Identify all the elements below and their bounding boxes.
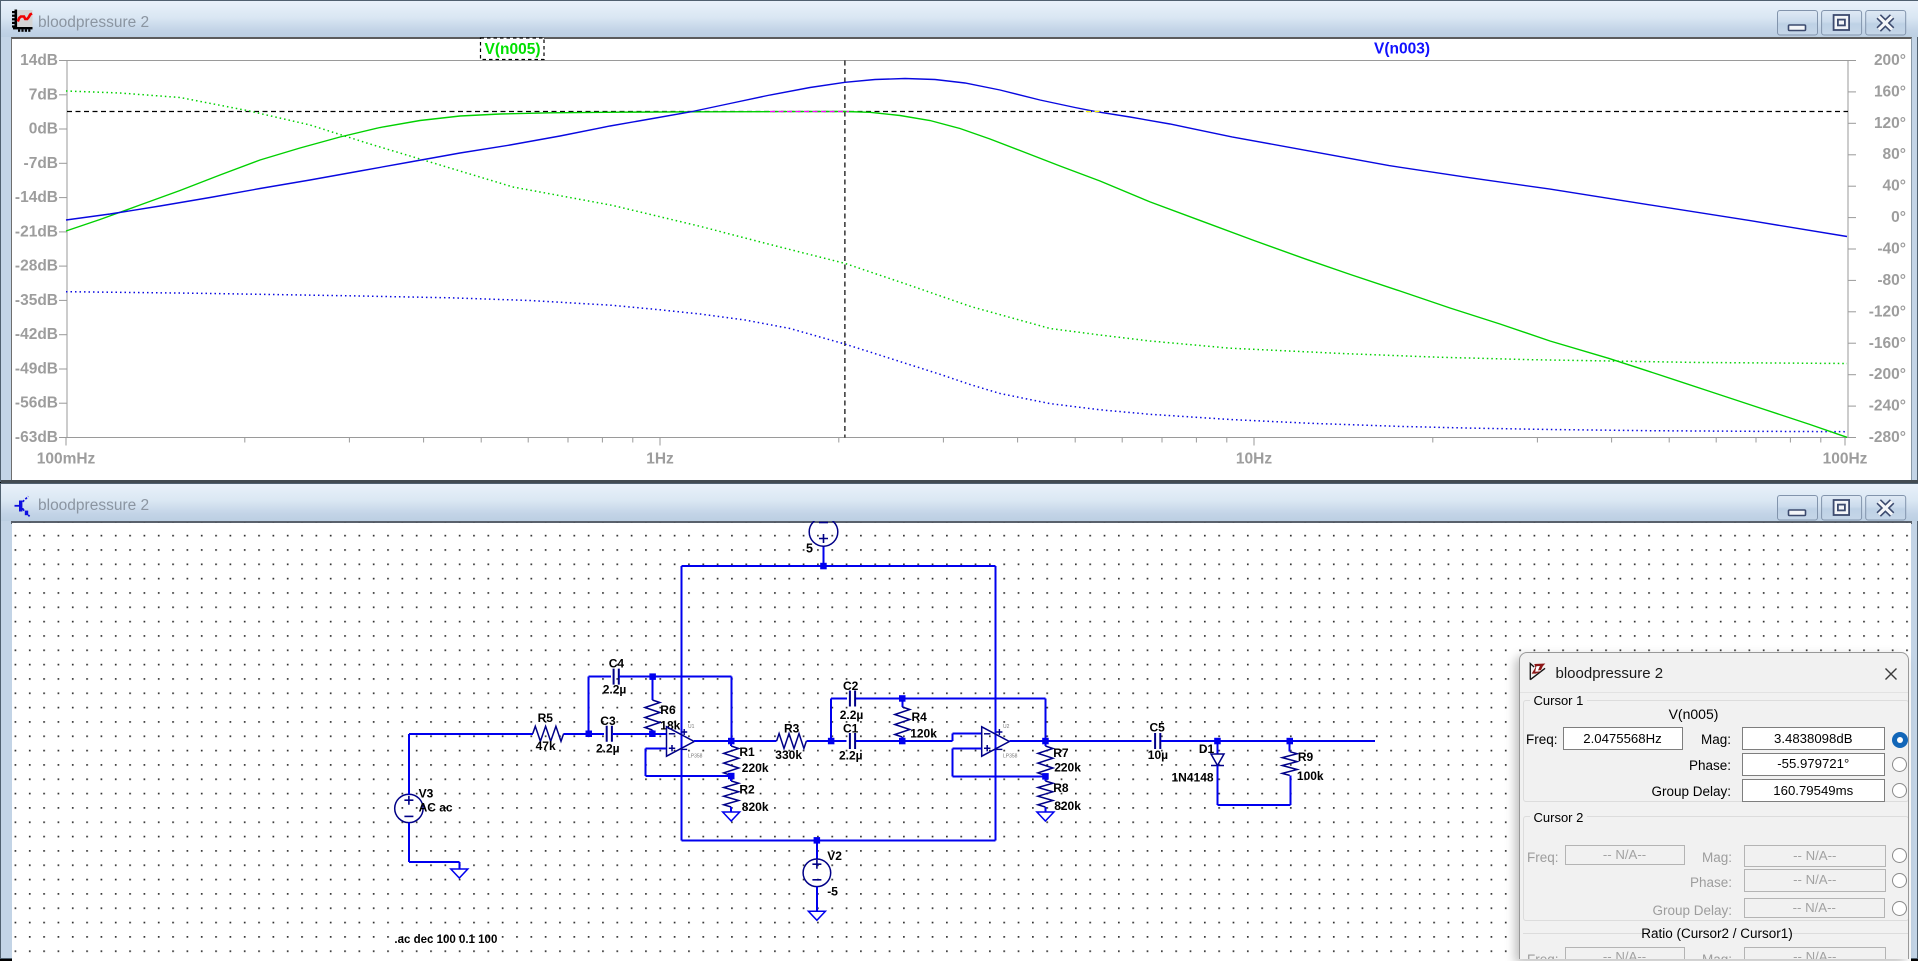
svg-text:2.2µ: 2.2µ <box>596 742 620 756</box>
svg-text:2.2µ: 2.2µ <box>840 708 864 722</box>
svg-text:220k: 220k <box>742 761 769 775</box>
svg-text:-63dB: -63dB <box>15 429 58 446</box>
svg-text:7dB: 7dB <box>29 86 58 103</box>
svg-text:80°: 80° <box>1883 146 1906 163</box>
svg-text:120°: 120° <box>1874 115 1906 132</box>
svg-text:-21dB: -21dB <box>15 223 58 240</box>
svg-text:-42dB: -42dB <box>15 326 58 343</box>
svg-text:AC ac: AC ac <box>419 801 453 815</box>
svg-text:R5: R5 <box>538 711 554 725</box>
svg-text:-49dB: -49dB <box>15 361 58 378</box>
svg-text:V(n003): V(n003) <box>1374 41 1430 58</box>
svg-text:V(n005): V(n005) <box>485 41 541 58</box>
svg-text:2.2µ: 2.2µ <box>839 749 863 763</box>
svg-text:V2: V2 <box>827 849 842 863</box>
svg-text:LP358: LP358 <box>1003 754 1018 760</box>
svg-text:D1: D1 <box>1199 742 1215 756</box>
svg-text:C4: C4 <box>609 657 625 671</box>
svg-text:R6: R6 <box>660 703 676 717</box>
svg-text:160°: 160° <box>1874 83 1906 100</box>
svg-text:-5: -5 <box>827 885 838 899</box>
svg-text:820k: 820k <box>742 800 769 814</box>
svg-text:C2: C2 <box>843 679 859 693</box>
svg-text:120k: 120k <box>910 727 937 741</box>
svg-text:-35dB: -35dB <box>15 292 58 309</box>
svg-text:-14dB: -14dB <box>15 189 58 206</box>
svg-text:U2: U2 <box>1003 724 1010 730</box>
svg-text:0°: 0° <box>1891 209 1906 226</box>
svg-text:C5: C5 <box>1150 721 1166 735</box>
svg-text:100mHz: 100mHz <box>37 451 96 468</box>
svg-text:-200°: -200° <box>1869 366 1906 383</box>
svg-text:R8: R8 <box>1053 781 1069 795</box>
svg-text:R2: R2 <box>739 783 755 797</box>
svg-text:-56dB: -56dB <box>15 395 58 412</box>
svg-text:R3: R3 <box>784 722 800 736</box>
svg-text:47k: 47k <box>536 739 556 753</box>
svg-text:R1: R1 <box>739 745 755 759</box>
svg-text:1Hz: 1Hz <box>646 451 674 468</box>
svg-text:820k: 820k <box>1054 799 1081 813</box>
svg-text:-160°: -160° <box>1869 335 1906 352</box>
svg-text:2.2µ: 2.2µ <box>603 683 627 697</box>
svg-text:220k: 220k <box>1054 761 1081 775</box>
svg-text:R7: R7 <box>1053 746 1069 760</box>
svg-text:-7dB: -7dB <box>24 155 58 172</box>
svg-text:U1: U1 <box>688 724 695 730</box>
svg-text:-120°: -120° <box>1869 303 1906 320</box>
svg-text:C3: C3 <box>600 714 616 728</box>
svg-text:5: 5 <box>806 542 813 556</box>
svg-text:-240°: -240° <box>1869 398 1906 415</box>
svg-text:100Hz: 100Hz <box>1823 451 1868 468</box>
svg-text:330k: 330k <box>775 748 802 762</box>
svg-text:-280°: -280° <box>1869 429 1906 446</box>
svg-text:-40°: -40° <box>1877 241 1906 258</box>
svg-text:18k: 18k <box>660 719 680 733</box>
svg-text:R4: R4 <box>912 710 928 724</box>
svg-text:14dB: 14dB <box>20 52 58 69</box>
svg-text:10µ: 10µ <box>1148 748 1168 762</box>
svg-text:-28dB: -28dB <box>15 258 58 275</box>
svg-text:LP358: LP358 <box>688 754 703 760</box>
svg-text:0dB: 0dB <box>29 121 58 138</box>
svg-text:200°: 200° <box>1874 52 1906 69</box>
svg-text:10Hz: 10Hz <box>1236 451 1272 468</box>
svg-text:40°: 40° <box>1883 178 1906 195</box>
svg-text:V3: V3 <box>419 787 434 801</box>
svg-text:.ac dec 100 0.1 100: .ac dec 100 0.1 100 <box>394 934 497 946</box>
svg-text:1N4148: 1N4148 <box>1172 771 1214 785</box>
svg-text:C1: C1 <box>843 722 859 736</box>
svg-text:R9: R9 <box>1298 750 1314 764</box>
svg-text:100k: 100k <box>1297 769 1324 783</box>
svg-text:-80°: -80° <box>1877 272 1906 289</box>
